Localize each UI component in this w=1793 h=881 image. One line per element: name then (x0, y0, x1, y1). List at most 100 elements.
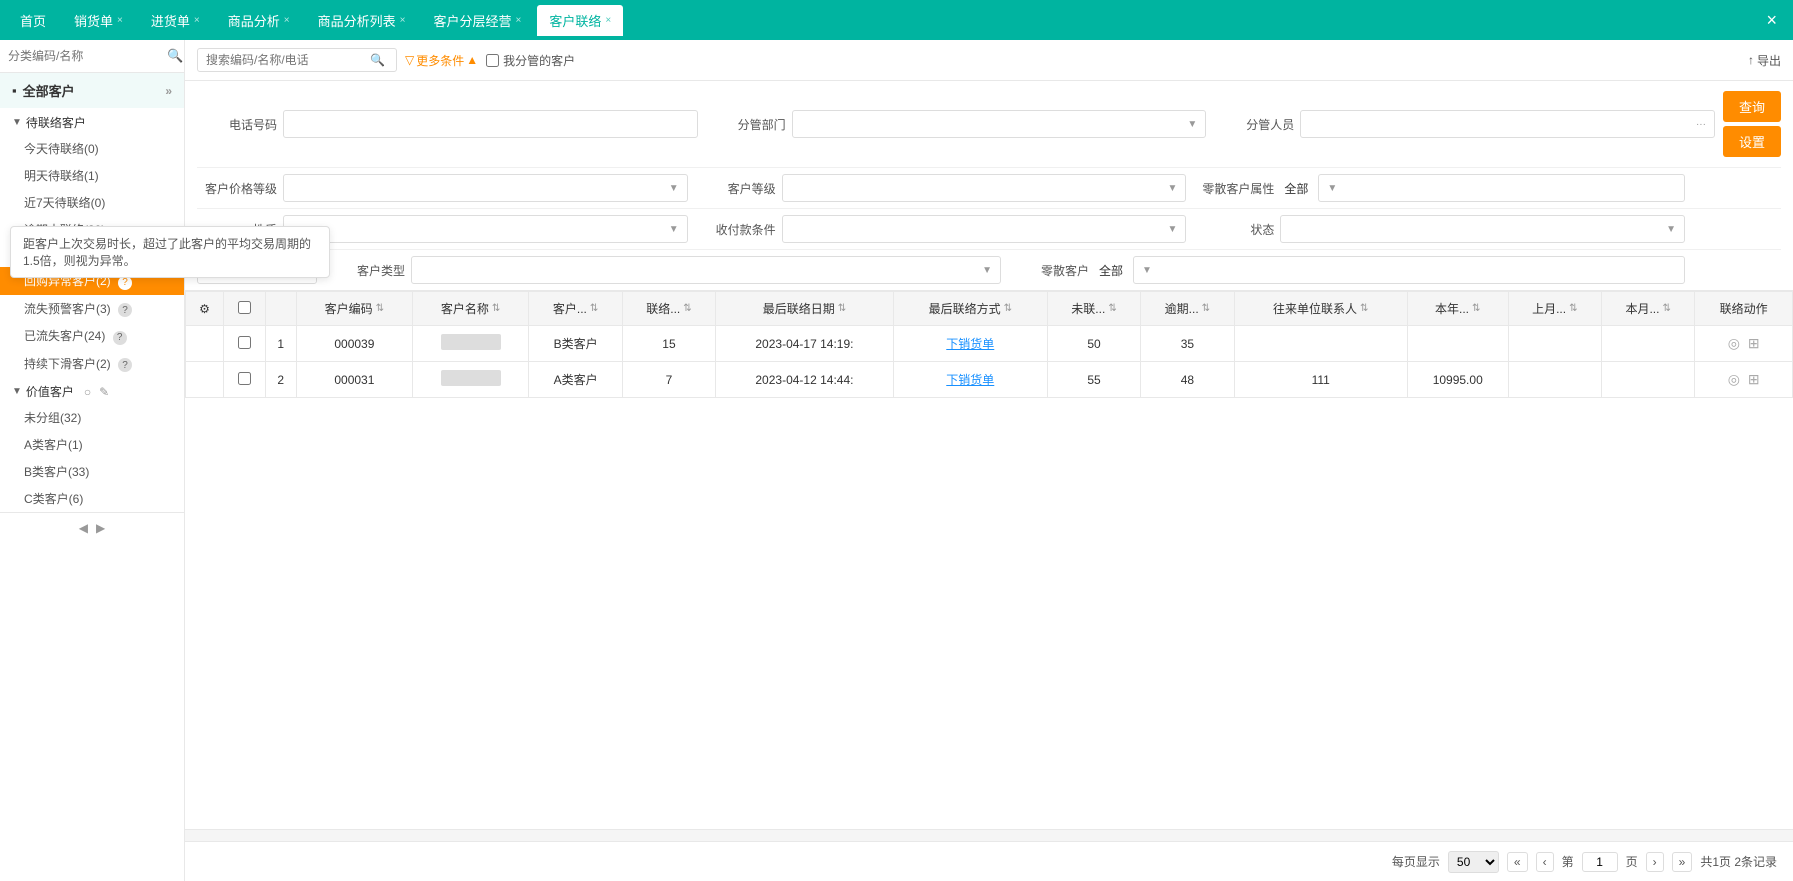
chevron-down-icon-4: ▼ (1327, 183, 1337, 194)
cell-contact-2: 7 (622, 362, 715, 398)
tab-customer-contact-close[interactable]: × (605, 15, 611, 26)
tab-purchase[interactable]: 进货单 × (139, 5, 212, 36)
info-icon-decline: ? (118, 358, 132, 372)
row-checkbox-2[interactable] (238, 372, 251, 385)
table-horizontal-scrollbar[interactable] (185, 829, 1793, 841)
prev-page-button[interactable]: ‹ (1536, 852, 1554, 872)
grid-action-icon-2[interactable]: ⊞ (1748, 371, 1760, 388)
sidebar-item-today[interactable]: 今天待联络(0) (0, 135, 184, 162)
chevron-up-icon: ▲ (466, 53, 478, 67)
tab-customer-contact[interactable]: 客户联络 × (537, 5, 623, 36)
filter-input-scatter-customer[interactable]: ▼ (1133, 256, 1685, 284)
sidebar-item-tomorrow[interactable]: 明天待联络(1) (0, 162, 184, 189)
col-this-year[interactable]: 本年... ⇅ (1407, 292, 1508, 326)
more-filters-button[interactable]: ▽ 更多条件 ▲ (405, 52, 478, 69)
per-page-select[interactable]: 50 100 200 (1448, 851, 1499, 873)
col-this-month-label: 本月... (1625, 300, 1659, 317)
sidebar-scroll-left-icon[interactable]: ◀ (79, 521, 88, 535)
filter-input-customer-level[interactable]: ▼ (782, 174, 1187, 202)
tab-sales-close[interactable]: × (117, 15, 123, 26)
export-button[interactable]: ↑ 导出 (1748, 52, 1781, 69)
col-settings[interactable]: ⚙ (186, 292, 224, 326)
tab-customer-tier[interactable]: 客户分层经营 × (421, 5, 533, 36)
main-layout: 🔍 ▪ 全部客户 » ▼ 待联络客户 今天待联络(0) 明天待联络(1) 近7天… (0, 40, 1793, 881)
value-customer-group[interactable]: ▼ 价值客户 ○ ✎ (0, 377, 184, 404)
sort-icon-category: ⇅ (590, 303, 598, 314)
sidebar-item-lost[interactable]: 已流失客户(24) ? (0, 322, 184, 350)
export-label: 导出 (1757, 52, 1781, 69)
row-checkbox-1[interactable] (238, 336, 251, 349)
filter-input-nature[interactable]: ▼ (283, 215, 688, 243)
sidebar-item-c-class[interactable]: C类客户(6) (0, 485, 184, 512)
sidebar-item-a-class[interactable]: A类客户(1) (0, 431, 184, 458)
filter-input-person[interactable]: ··· (1300, 110, 1715, 138)
filter-row-4: ··· 客户类型 ▼ 零散客户 全部 ▼ (197, 250, 1781, 290)
tab-analysis-close[interactable]: × (284, 15, 290, 26)
next-page-button[interactable]: › (1646, 852, 1664, 872)
tab-sales-label: 销货单 (74, 11, 113, 30)
page-number-input[interactable] (1582, 852, 1618, 872)
contact-icon-1[interactable]: ◎ (1728, 335, 1740, 352)
col-checkbox[interactable] (223, 292, 265, 326)
col-unit-contacts[interactable]: 往来单位联系人 ⇅ (1234, 292, 1407, 326)
col-category[interactable]: 客户... ⇅ (529, 292, 622, 326)
col-uncontacted[interactable]: 未联... ⇅ (1047, 292, 1140, 326)
main-search-icon[interactable]: 🔍 (370, 53, 385, 67)
main-search-input[interactable] (206, 53, 366, 67)
sidebar-collapse-button[interactable]: » (165, 84, 172, 98)
col-last-month[interactable]: 上月... ⇅ (1508, 292, 1601, 326)
col-contact-num[interactable]: 联络... ⇅ (622, 292, 715, 326)
col-this-month[interactable]: 本月... ⇅ (1601, 292, 1694, 326)
tab-analysis-list-close[interactable]: × (400, 15, 406, 26)
col-code[interactable]: 客户编码 ⇅ (297, 292, 413, 326)
value-edit-icon[interactable]: ○ (84, 385, 91, 399)
col-last-date[interactable]: 最后联络日期 ⇅ (716, 292, 894, 326)
tab-purchase-close[interactable]: × (194, 15, 200, 26)
sidebar-item-b-class[interactable]: B类客户(33) (0, 458, 184, 485)
contact-icon-2[interactable]: ◎ (1728, 371, 1740, 388)
select-all-checkbox[interactable] (238, 301, 251, 314)
sidebar-item-decline[interactable]: 持续下滑客户(2) ? (0, 350, 184, 378)
pending-contact-group[interactable]: ▼ 待联络客户 (0, 108, 184, 135)
filter-input-scatter-attr[interactable]: ▼ (1318, 174, 1685, 202)
sidebar-search-icon[interactable]: 🔍 (167, 48, 183, 64)
my-customers-checkbox[interactable] (486, 54, 499, 67)
sidebar: 🔍 ▪ 全部客户 » ▼ 待联络客户 今天待联络(0) 明天待联络(1) 近7天… (0, 40, 185, 881)
pagination-bar: 每页显示 50 100 200 « ‹ 第 页 › » 共1页 2条记录 (185, 841, 1793, 881)
tab-analysis-list[interactable]: 商品分析列表 × (306, 5, 418, 36)
tab-analysis[interactable]: 商品分析 × (216, 5, 302, 36)
col-action: 联络动作 (1695, 292, 1793, 326)
last-page-button[interactable]: » (1672, 852, 1693, 872)
tab-home[interactable]: 首页 (8, 5, 58, 36)
tab-sales[interactable]: 销货单 × (62, 5, 135, 36)
cell-last-method-1[interactable]: 下销货单 (893, 326, 1047, 362)
col-last-method[interactable]: 最后联络方式 ⇅ (893, 292, 1047, 326)
sidebar-scroll-right-icon[interactable]: ▶ (96, 521, 105, 535)
cell-last-method-2[interactable]: 下销货单 (893, 362, 1047, 398)
sidebar-search-input[interactable] (8, 49, 163, 63)
filter-input-dept[interactable]: ▼ (792, 110, 1207, 138)
first-page-button[interactable]: « (1507, 852, 1528, 872)
tab-customer-tier-close[interactable]: × (515, 15, 521, 26)
filter-input-status[interactable]: ▼ (1280, 215, 1685, 243)
query-button[interactable]: 查询 (1723, 91, 1781, 122)
col-overdue[interactable]: 逾期... ⇅ (1141, 292, 1234, 326)
close-all-button[interactable]: × (1758, 6, 1785, 35)
settings-button[interactable]: 设置 (1723, 126, 1781, 157)
sidebar-item-ungroup[interactable]: 未分组(32) (0, 404, 184, 431)
filter-input-phone[interactable] (283, 110, 698, 138)
col-name[interactable]: 客户名称 ⇅ (412, 292, 529, 326)
filter-input-payment[interactable]: ▼ (782, 215, 1187, 243)
sidebar-item-7days[interactable]: 近7天待联络(0) (0, 189, 184, 216)
sidebar-item-lost-risk[interactable]: 流失预警客户(3) ? (0, 295, 184, 323)
cell-checkbox-2[interactable] (223, 362, 265, 398)
last-method-link-2[interactable]: 下销货单 (946, 373, 994, 387)
cell-checkbox-1[interactable] (223, 326, 265, 362)
sidebar-bottom: ◀ ▶ (0, 512, 184, 543)
filter-input-customer-type[interactable]: ▼ (411, 256, 1001, 284)
filter-input-price-level[interactable]: ▼ (283, 174, 688, 202)
last-method-link-1[interactable]: 下销货单 (946, 337, 994, 351)
value-settings-icon[interactable]: ✎ (99, 385, 109, 399)
grid-action-icon-1[interactable]: ⊞ (1748, 335, 1760, 352)
col-last-method-label: 最后联络方式 (929, 300, 1001, 317)
